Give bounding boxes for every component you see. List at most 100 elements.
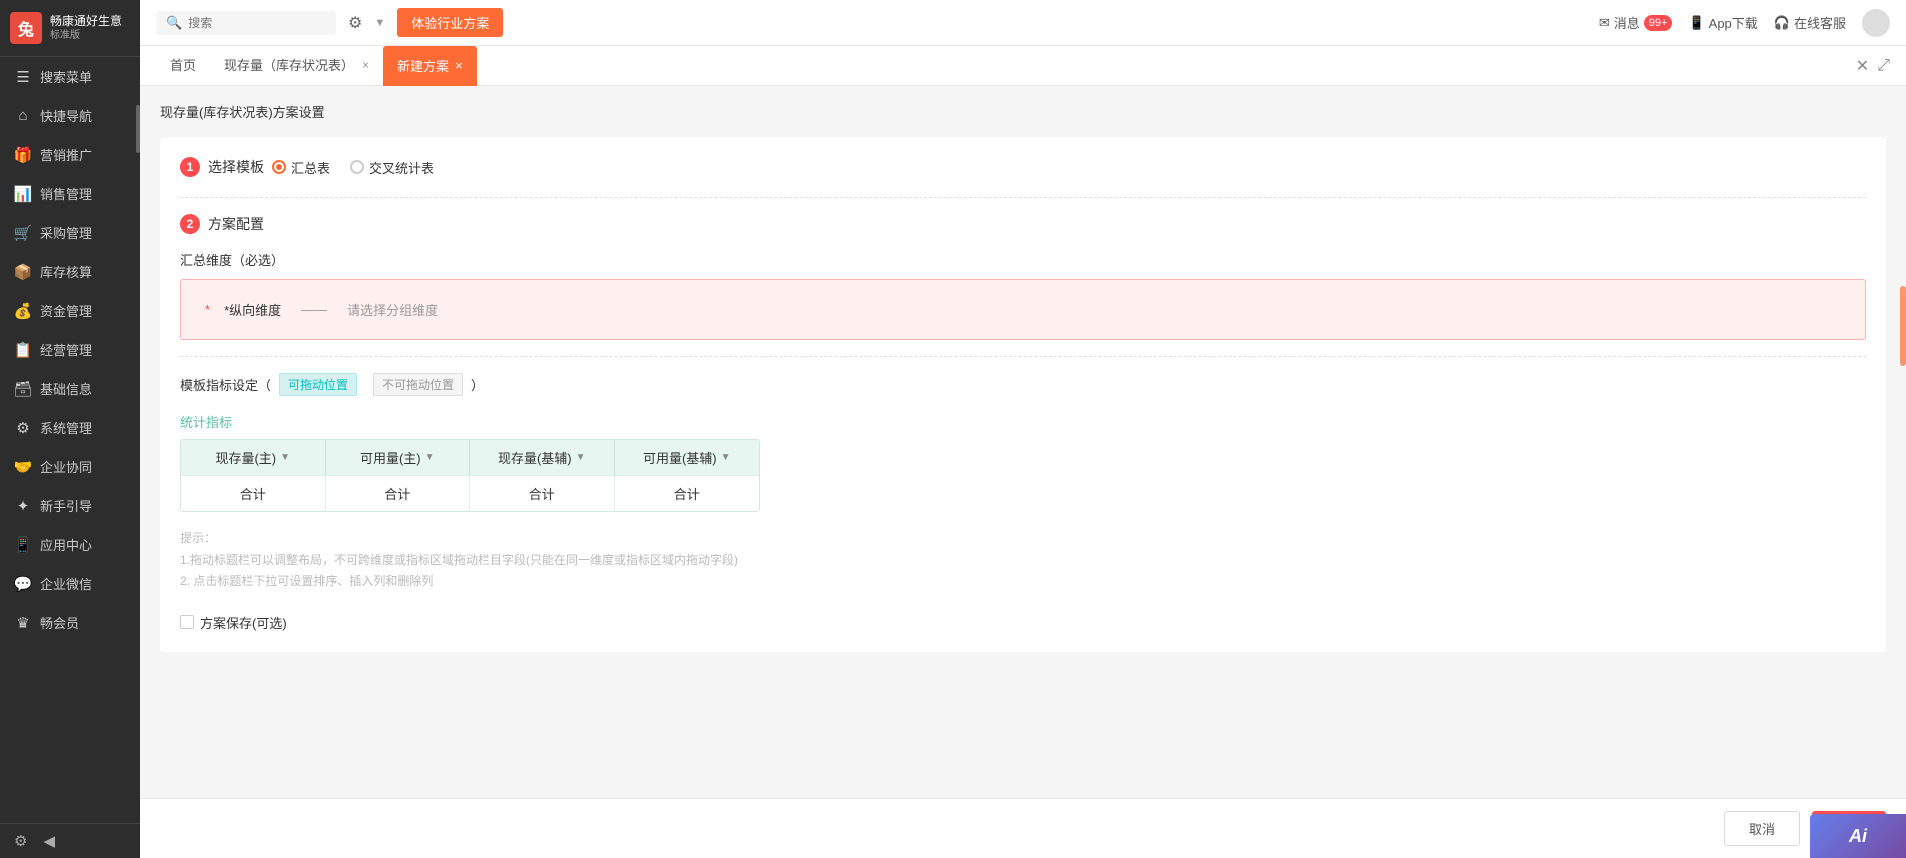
topbar-dropdown-icon[interactable]: ▼: [374, 17, 385, 29]
headset-icon: 🎧: [1774, 15, 1790, 31]
stats-table-header: 现存量(主) ▼ 可用量(主) ▼ 现存量(基辅) ▼: [181, 440, 759, 475]
message-badge: 99+: [1644, 15, 1673, 31]
save-option-label: 方案保存(可选): [200, 613, 287, 632]
dimension-error-box[interactable]: * *纵向维度 —— 请选择分组维度: [180, 279, 1866, 340]
sidebar-item-label: 营销推广: [40, 145, 92, 164]
tab-home[interactable]: 首页: [156, 46, 210, 86]
tab-inventory-close-icon[interactable]: ×: [362, 58, 369, 72]
tab-expand-icon[interactable]: ⤢: [1877, 57, 1890, 75]
avatar[interactable]: [1862, 9, 1890, 37]
step1-header: 1 选择模板 汇总表 交叉统计表: [180, 157, 1866, 177]
cell-current-main-sub: 合计: [181, 476, 326, 511]
col-available-main-chevron: ▼: [425, 452, 435, 463]
col-available-main-label: 可用量(主): [360, 448, 421, 467]
settings-card: 1 选择模板 汇总表 交叉统计表: [160, 137, 1886, 652]
sidebar-item-label: 搜索菜单: [40, 67, 92, 86]
sidebar-item-purchase[interactable]: 🛒 采购管理: [0, 213, 140, 252]
search-input[interactable]: [188, 16, 326, 30]
sidebar-item-finance[interactable]: 💰 资金管理: [0, 291, 140, 330]
dimension-label: 汇总维度（必选）: [180, 250, 1866, 269]
sidebar-item-sales[interactable]: 📊 销售管理: [0, 174, 140, 213]
radio-cross[interactable]: 交叉统计表: [350, 158, 434, 177]
tab-home-label: 首页: [170, 55, 196, 74]
radio-cross-circle: [350, 160, 364, 174]
clipboard-icon: 📋: [14, 341, 32, 359]
app-download-item[interactable]: 📱 App下载: [1688, 13, 1757, 32]
template-radio-group: 汇总表 交叉统计表: [272, 158, 434, 177]
sidebar-item-label: 快捷导航: [40, 106, 92, 125]
wechat-icon: 💬: [14, 575, 32, 593]
sidebar-item-system[interactable]: ⚙ 系统管理: [0, 408, 140, 447]
sidebar-item-label: 库存核算: [40, 262, 92, 281]
sidebar-item-vip[interactable]: ♛ 畅会员: [0, 603, 140, 642]
stats-col-available-aux[interactable]: 可用量(基辅) ▼: [615, 440, 760, 475]
sidebar-item-search-menu[interactable]: ☰ 搜索菜单: [0, 57, 140, 96]
tab-new-plan-label: 新建方案: [397, 56, 449, 75]
star-icon: ✦: [14, 497, 32, 515]
sidebar-item-label: 采购管理: [40, 223, 92, 242]
app-download-label: App下载: [1709, 13, 1758, 32]
sidebar-item-inventory[interactable]: 📦 库存核算: [0, 252, 140, 291]
save-option: 方案保存(可选): [180, 613, 1866, 632]
app-name-text: 畅康通好生意 标准版: [50, 14, 122, 43]
dimension-dash: ——: [301, 302, 327, 317]
topbar-right: ✉ 消息 99+ 📱 App下载 🎧 在线客服: [1599, 9, 1890, 37]
sidebar-item-wechat[interactable]: 💬 企业微信: [0, 564, 140, 603]
app-logo-icon: 兔: [10, 12, 42, 44]
tip1-text: 1.拖动标题栏可以调整布局，不可跨维度或指标区域拖动栏目字段(只能在同一维度或指…: [180, 553, 738, 567]
sidebar-item-label: 企业微信: [40, 574, 92, 593]
radio-summary-circle: [272, 160, 286, 174]
search-icon: 🔍: [166, 15, 182, 31]
tab-new-plan-close-icon[interactable]: ×: [455, 58, 463, 73]
sidebar-item-marketing[interactable]: 🎁 营销推广: [0, 135, 140, 174]
radio-summary[interactable]: 汇总表: [272, 158, 330, 177]
online-service-item[interactable]: 🎧 在线客服: [1774, 13, 1846, 32]
ai-badge[interactable]: Ai: [1810, 814, 1906, 858]
stats-col-available-main[interactable]: 可用量(主) ▼: [326, 440, 471, 475]
settings-icon[interactable]: ⚙: [14, 832, 27, 850]
stats-col-current-aux[interactable]: 现存量(基辅) ▼: [470, 440, 615, 475]
right-scroll-indicator: [1900, 286, 1906, 366]
tab-close-icon[interactable]: ✕: [1856, 56, 1869, 76]
col-available-aux-label: 可用量(基辅): [643, 448, 717, 467]
statistics-label: 统计指标: [180, 412, 1866, 431]
col-current-main-label: 现存量(主): [215, 448, 276, 467]
search-box[interactable]: 🔍: [156, 11, 336, 35]
statistics-section: 统计指标 现存量(主) ▼ 可用量(主) ▼: [180, 412, 1866, 512]
sidebar-item-new-guide[interactable]: ✦ 新手引导: [0, 486, 140, 525]
sidebar-item-quick-nav[interactable]: ⌂ 快捷导航: [0, 96, 140, 135]
cancel-button[interactable]: 取消: [1724, 811, 1800, 846]
sidebar: 兔 畅康通好生意 标准版 ☰ 搜索菜单 ⌂ 快捷导航 🎁 营销推广 📊 销售管理…: [0, 0, 140, 858]
tab-new-plan[interactable]: 新建方案 ×: [383, 46, 477, 86]
sidebar-item-app-center[interactable]: 📱 应用中心: [0, 525, 140, 564]
step1-title: 选择模板: [208, 157, 264, 177]
save-checkbox[interactable]: [180, 615, 194, 629]
sidebar-item-operations[interactable]: 📋 经营管理: [0, 330, 140, 369]
stats-col-current-main[interactable]: 现存量(主) ▼: [181, 440, 326, 475]
ai-badge-text: Ai: [1849, 826, 1867, 847]
home-icon: ⌂: [14, 107, 32, 125]
col-current-aux-label: 现存量(基辅): [498, 448, 572, 467]
online-service-label: 在线客服: [1794, 13, 1846, 32]
sidebar-item-basic-info[interactable]: 🗃 基础信息: [0, 369, 140, 408]
required-star: *: [205, 302, 210, 317]
non-draggable-tag: 不可拖动位置: [373, 373, 463, 396]
tab-inventory-status[interactable]: 现存量（库存状况表） ×: [210, 46, 383, 86]
money-icon: 💰: [14, 302, 32, 320]
message-item[interactable]: ✉ 消息 99+: [1599, 13, 1673, 32]
collapse-icon[interactable]: ◀: [43, 832, 55, 850]
step1-badge: 1: [180, 157, 200, 177]
step2-badge: 2: [180, 214, 200, 234]
step1-section: 1 选择模板 汇总表 交叉统计表: [180, 157, 1866, 177]
sidebar-item-label: 系统管理: [40, 418, 92, 437]
sidebar-item-label: 新手引导: [40, 496, 92, 515]
sidebar-item-cooperation[interactable]: 🤝 企业协同: [0, 447, 140, 486]
tabbar: 首页 现存量（库存状况表） × 新建方案 × ✕ ⤢: [140, 46, 1906, 86]
tips-section: 提示： 1.拖动标题栏可以调整布局，不可跨维度或指标区域拖动栏目字段(只能在同一…: [180, 528, 1866, 593]
tab-bar-icons: ✕ ⤢: [1856, 56, 1890, 76]
industry-solution-button[interactable]: 体验行业方案: [397, 8, 503, 37]
col-current-aux-chevron: ▼: [576, 452, 586, 463]
col-current-main-chevron: ▼: [280, 452, 290, 463]
sidebar-logo: 兔 畅康通好生意 标准版: [0, 0, 140, 57]
topbar-gear-icon[interactable]: ⚙: [348, 13, 362, 33]
